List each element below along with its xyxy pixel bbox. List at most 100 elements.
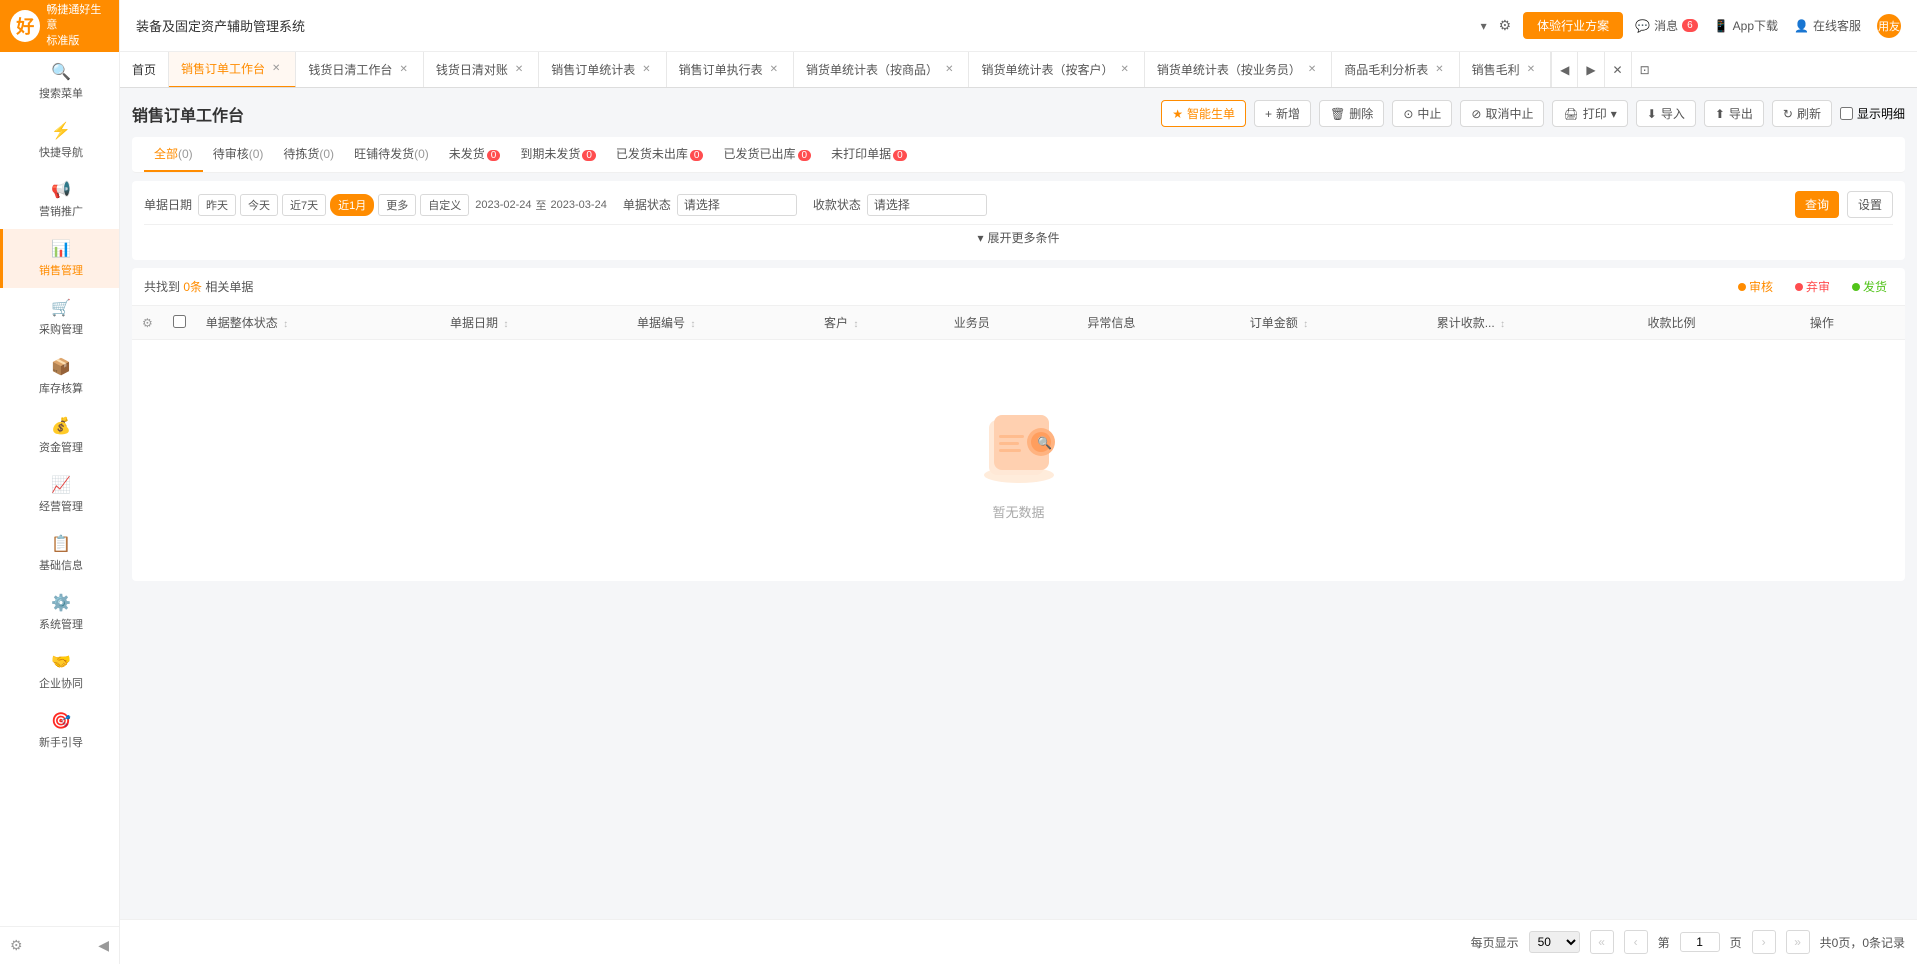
sidebar-item-3[interactable]: 📊销售管理 [0, 229, 119, 288]
show-detail-label[interactable]: 显示明细 [1840, 105, 1905, 122]
message-badge: 6 [1682, 19, 1698, 32]
sidebar-item-9[interactable]: ⚙️系统管理 [0, 583, 119, 642]
total-info: 共0页，0条记录 [1820, 934, 1905, 951]
import-btn[interactable]: ⬇ 导入 [1636, 100, 1696, 127]
expand-btn[interactable]: ▾ 展开更多条件 [977, 229, 1059, 246]
tab-7[interactable]: 销货单统计表（按客户）✕ [969, 52, 1144, 88]
tab-close-8[interactable]: ✕ [1305, 63, 1319, 76]
settings-btn[interactable]: 设置 [1847, 191, 1893, 218]
delete-icon: 🗑 [1330, 107, 1345, 121]
first-page-btn[interactable]: « [1590, 930, 1614, 954]
sidebar-item-11[interactable]: 🎯新手引导 [0, 701, 119, 760]
filter-tab-6[interactable]: 已发货未出库0 [606, 137, 714, 172]
prev-page-btn[interactable]: ‹ [1624, 930, 1648, 954]
sidebar-item-7[interactable]: 📈经营管理 [0, 465, 119, 524]
sidebar-icon-7: 📈 [51, 475, 71, 495]
filter-count-7: 0 [798, 150, 812, 161]
sidebar-item-6[interactable]: 💰资金管理 [0, 406, 119, 465]
system-dropdown-icon[interactable]: ▾ [1481, 19, 1487, 33]
next-page-btn[interactable]: › [1752, 930, 1776, 954]
sidebar-item-8[interactable]: 📋基础信息 [0, 524, 119, 583]
export-btn[interactable]: ⬆ 导出 [1704, 100, 1764, 127]
tab-nav-1[interactable]: ▶ [1577, 52, 1603, 88]
tab-3[interactable]: 钱货日清对账✕ [424, 52, 539, 88]
sidebar-icon-6: 💰 [51, 416, 71, 436]
col-settings[interactable]: ⚙ [132, 306, 163, 340]
date-btn-more[interactable]: 更多 [378, 194, 416, 216]
delete-btn[interactable]: 🗑 删除 [1319, 100, 1384, 127]
refresh-btn[interactable]: ↻ 刷新 [1772, 100, 1832, 127]
page-number-input[interactable] [1680, 932, 1720, 952]
tab-close-1[interactable]: ✕ [269, 62, 283, 75]
count-link[interactable]: 0条 [183, 280, 202, 294]
filter-tab-1[interactable]: 待审核(0) [203, 137, 274, 172]
filter-tab-7[interactable]: 已发货已出库0 [713, 137, 821, 172]
tab-close-10[interactable]: ✕ [1524, 63, 1538, 76]
tab-label-6: 销货单统计表（按商品） [806, 61, 938, 78]
smart-btn[interactable]: ★ 智能生单 [1161, 100, 1246, 127]
tab-close-2[interactable]: ✕ [396, 63, 410, 76]
show-detail-checkbox[interactable] [1840, 107, 1853, 120]
tab-nav-2[interactable]: ✕ [1604, 52, 1631, 88]
sidebar-label-10: 企业协同 [39, 675, 83, 691]
date-btn-yesterday[interactable]: 昨天 [198, 194, 236, 216]
filter-tab-5[interactable]: 到期未发货0 [510, 137, 606, 172]
filter-tab-8[interactable]: 未打印单据0 [821, 137, 917, 172]
query-btn[interactable]: 查询 [1795, 191, 1839, 218]
date-label: 单据日期 [144, 196, 192, 213]
filter-tab-2[interactable]: 待拣货(0) [273, 137, 344, 172]
stop-btn[interactable]: ⊙ 中止 [1392, 100, 1452, 127]
status-select[interactable]: 请选择 [677, 194, 797, 216]
tab-close-9[interactable]: ✕ [1432, 63, 1446, 76]
filter-tab-4[interactable]: 未发货0 [439, 137, 511, 172]
select-all-checkbox[interactable] [173, 315, 186, 328]
deliver-btn[interactable]: 发货 [1846, 276, 1893, 297]
sidebar-item-10[interactable]: 🤝企业协同 [0, 642, 119, 701]
filter-tab-0[interactable]: 全部(0) [144, 137, 203, 172]
tab-nav-3[interactable]: ⊡ [1631, 52, 1658, 88]
last-page-btn[interactable]: » [1786, 930, 1810, 954]
sidebar-item-4[interactable]: 🛒采购管理 [0, 288, 119, 347]
col-checkbox[interactable] [163, 306, 196, 340]
tab-9[interactable]: 商品毛利分析表✕ [1332, 52, 1459, 88]
sidebar-item-0[interactable]: 🔍搜索菜单 [0, 52, 119, 111]
tab-0[interactable]: 首页 [120, 52, 169, 88]
add-btn[interactable]: + 新增 [1254, 100, 1311, 127]
collapse-sidebar-icon[interactable]: ◀ [98, 937, 109, 954]
industry-btn[interactable]: 体验行业方案 [1523, 12, 1623, 39]
online-service-btn[interactable]: 👤 在线客服 [1794, 17, 1861, 34]
date-btn-7days[interactable]: 近7天 [282, 194, 326, 216]
user-menu[interactable]: 用友 [1877, 14, 1901, 38]
tab-5[interactable]: 销售订单执行表✕ [667, 52, 794, 88]
filter-tab-3[interactable]: 旺铺待发货(0) [344, 137, 439, 172]
topbar-gear-icon[interactable]: ⚙ [1499, 17, 1512, 34]
settings-bottom-icon[interactable]: ⚙ [10, 937, 23, 954]
sidebar-item-5[interactable]: 📦库存核算 [0, 347, 119, 406]
tab-close-5[interactable]: ✕ [767, 63, 781, 76]
tab-close-4[interactable]: ✕ [639, 63, 653, 76]
tab-8[interactable]: 销货单统计表（按业务员）✕ [1145, 52, 1332, 88]
payment-select[interactable]: 请选择 [867, 194, 987, 216]
approve-btn[interactable]: 审核 [1732, 276, 1779, 297]
reject-btn[interactable]: 弃审 [1789, 276, 1836, 297]
tab-4[interactable]: 销售订单统计表✕ [539, 52, 666, 88]
tab-6[interactable]: 销货单统计表（按商品） ✕ [794, 52, 969, 88]
message-btn[interactable]: 💬 消息 6 [1635, 17, 1698, 34]
tab-close-7[interactable]: ✕ [1117, 63, 1131, 76]
tab-1[interactable]: 销售订单工作台✕ [169, 52, 296, 88]
tab-nav-0[interactable]: ◀ [1551, 52, 1577, 88]
app-download-btn[interactable]: 📱 App下载 [1714, 17, 1778, 34]
page-size-select[interactable]: 50 100 200 [1529, 931, 1580, 953]
sidebar-item-1[interactable]: ⚡快捷导航 [0, 111, 119, 170]
filter-label-6: 已发货未出库 [616, 147, 688, 161]
sidebar-item-2[interactable]: 📢营销推广 [0, 170, 119, 229]
cancel-stop-btn[interactable]: ⊘ 取消中止 [1460, 100, 1544, 127]
print-btn[interactable]: 🖨 打印 ▾ [1552, 100, 1627, 127]
tab-10[interactable]: 销售毛利✕ [1460, 52, 1551, 88]
tab-close-6[interactable]: ✕ [942, 63, 956, 76]
date-btn-custom[interactable]: 自定义 [420, 194, 469, 216]
date-btn-1month[interactable]: 近1月 [330, 194, 374, 216]
tab-2[interactable]: 钱货日清工作台✕ [296, 52, 423, 88]
date-btn-today[interactable]: 今天 [240, 194, 278, 216]
tab-close-3[interactable]: ✕ [512, 63, 526, 76]
